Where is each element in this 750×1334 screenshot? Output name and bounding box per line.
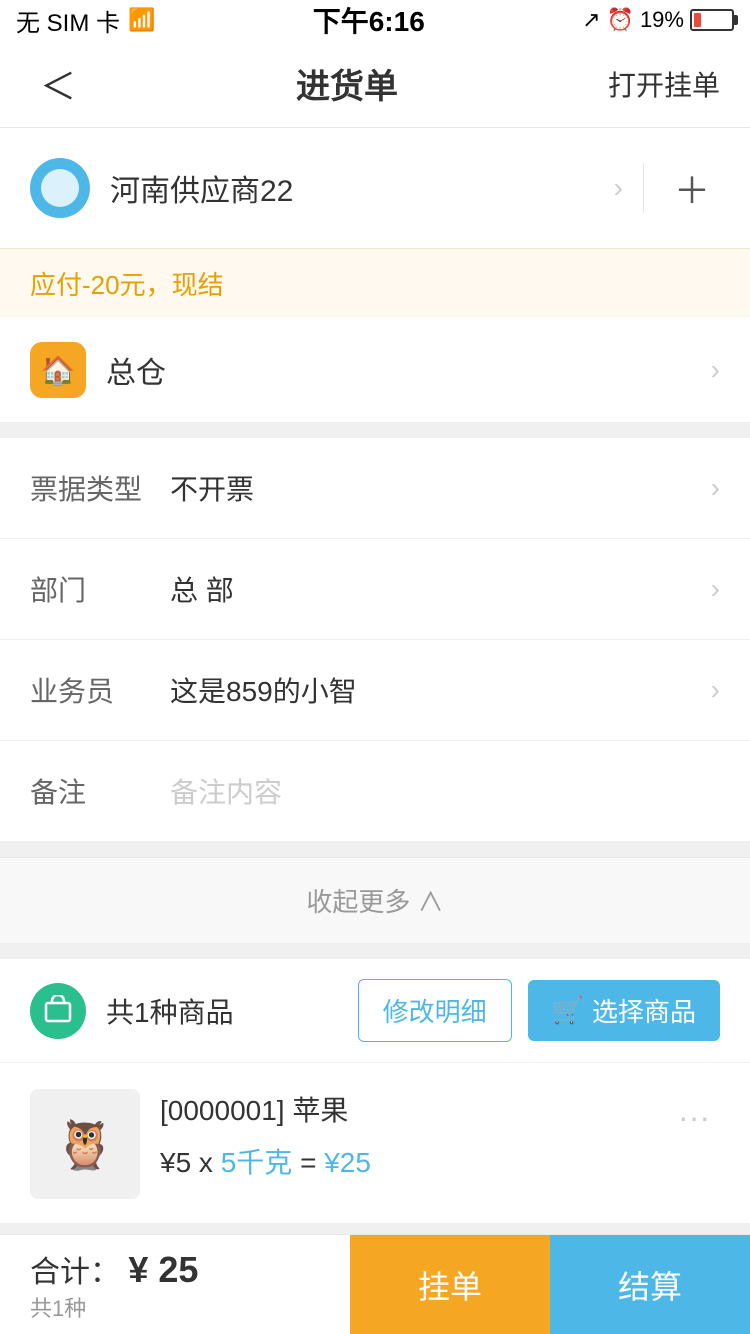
- salesperson-value: 这是859的小智: [150, 670, 701, 710]
- page-title: 进货单: [296, 59, 398, 108]
- remark-row[interactable]: 备注 备注内容: [0, 741, 750, 841]
- department-row[interactable]: 部门 总 部 ›: [0, 539, 750, 640]
- checkout-button[interactable]: 结算: [550, 1235, 750, 1334]
- department-value: 总 部: [150, 569, 701, 609]
- warehouse-name: 总仓: [106, 348, 701, 392]
- product-thumb-owl-icon: 🦉: [55, 1116, 115, 1173]
- warehouse-chevron-icon: ›: [711, 354, 720, 386]
- equals: =: [300, 1147, 324, 1178]
- product-name: [0000001] 苹果: [160, 1089, 668, 1129]
- quantity: 5千克: [221, 1147, 293, 1178]
- main-content: 河南供应商22 › ＋ 应付-20元，现结 🏠 总仓 › 票据类型 不开票 › …: [0, 128, 750, 1323]
- form-section: 票据类型 不开票 › 部门 总 部 › 业务员 这是859的小智 › 备注 备注…: [0, 438, 750, 841]
- total-amount-row: 合计： ¥ 25: [30, 1247, 320, 1291]
- alarm-icon: ⏰: [607, 7, 634, 33]
- product-title: 苹果: [292, 1095, 348, 1126]
- invoice-type-row[interactable]: 票据类型 不开票 ›: [0, 438, 750, 539]
- bottom-bar: 合计： ¥ 25 共1种 挂单 结算: [0, 1234, 750, 1334]
- total-label: 合计：: [30, 1256, 120, 1289]
- supplier-section: 河南供应商22 › ＋ 应付-20元，现结: [0, 128, 750, 318]
- wifi-icon: 📶: [128, 7, 155, 33]
- select-product-button[interactable]: 🛒 选择商品: [528, 980, 720, 1041]
- warehouse-section[interactable]: 🏠 总仓 ›: [0, 318, 750, 422]
- products-section: 共1种商品 修改明细 🛒 选择商品 🦉 [0000001] 苹果 ¥5 x 5千…: [0, 959, 750, 1223]
- collapse-label: 收起更多 ∧: [306, 887, 443, 917]
- battery-percent: 19%: [640, 7, 684, 33]
- product-code: [0000001]: [160, 1095, 292, 1126]
- status-bar: 无 SIM 卡 📶 下午6:16 ↗ ⏰ 19%: [0, 0, 750, 40]
- invoice-type-label: 票据类型: [30, 468, 150, 508]
- department-chevron-icon: ›: [711, 573, 720, 605]
- salesperson-label: 业务员: [30, 670, 150, 710]
- back-button[interactable]: ＜: [30, 48, 86, 120]
- unit-price: ¥5 x: [160, 1147, 221, 1178]
- hang-order-button[interactable]: 挂单: [350, 1235, 550, 1334]
- avatar-inner: [41, 169, 79, 207]
- products-header: 共1种商品 修改明细 🛒 选择商品: [0, 959, 750, 1063]
- product-thumbnail: 🦉: [30, 1089, 140, 1199]
- notice-text: 应付-20元，现结: [30, 270, 224, 300]
- products-count: 共1种商品: [106, 991, 358, 1031]
- collapse-bar[interactable]: 收起更多 ∧: [0, 857, 750, 943]
- supplier-name: 河南供应商22: [110, 166, 604, 210]
- more-options-icon[interactable]: ···: [668, 1089, 720, 1146]
- status-time: 下午6:16: [313, 0, 425, 40]
- status-right: ↗ ⏰ 19%: [582, 7, 734, 33]
- product-item: 🦉 [0000001] 苹果 ¥5 x 5千克 = ¥25 ···: [0, 1065, 750, 1223]
- bottom-total: 合计： ¥ 25 共1种: [0, 1247, 350, 1323]
- salesperson-chevron-icon: ›: [711, 674, 720, 706]
- carrier-text: 无 SIM 卡: [16, 3, 120, 38]
- location-icon: ↗: [582, 7, 600, 33]
- battery-icon: [690, 9, 734, 31]
- total-price: ¥25: [324, 1147, 371, 1178]
- edit-detail-button[interactable]: 修改明细: [358, 979, 512, 1042]
- divider: [643, 163, 644, 213]
- invoice-type-value: 不开票: [150, 468, 701, 508]
- nav-bar: ＜ 进货单 打开挂单: [0, 40, 750, 128]
- warehouse-icon: 🏠: [30, 342, 86, 398]
- department-label: 部门: [30, 569, 150, 609]
- supplier-chevron-icon: ›: [614, 172, 623, 204]
- salesperson-row[interactable]: 业务员 这是859的小智 ›: [0, 640, 750, 741]
- remark-label: 备注: [30, 771, 150, 811]
- remark-input[interactable]: 备注内容: [150, 771, 720, 811]
- select-product-icon: 🛒: [552, 995, 584, 1026]
- status-left: 无 SIM 卡 📶: [16, 3, 155, 38]
- select-product-label: 选择商品: [592, 992, 696, 1029]
- notice-bar: 应付-20元，现结: [0, 248, 750, 318]
- product-info: [0000001] 苹果 ¥5 x 5千克 = ¥25: [160, 1089, 668, 1181]
- invoice-chevron-icon: ›: [711, 472, 720, 504]
- open-pending-button[interactable]: 打开挂单: [608, 64, 720, 104]
- total-count: 共1种: [30, 1291, 320, 1323]
- add-button[interactable]: ＋: [664, 152, 720, 224]
- total-value: ¥ 25: [128, 1249, 198, 1290]
- supplier-avatar: [30, 158, 90, 218]
- battery-fill: [694, 13, 701, 27]
- supplier-row[interactable]: 河南供应商22 › ＋: [0, 128, 750, 248]
- products-icon: [30, 983, 86, 1039]
- product-price: ¥5 x 5千克 = ¥25: [160, 1141, 668, 1181]
